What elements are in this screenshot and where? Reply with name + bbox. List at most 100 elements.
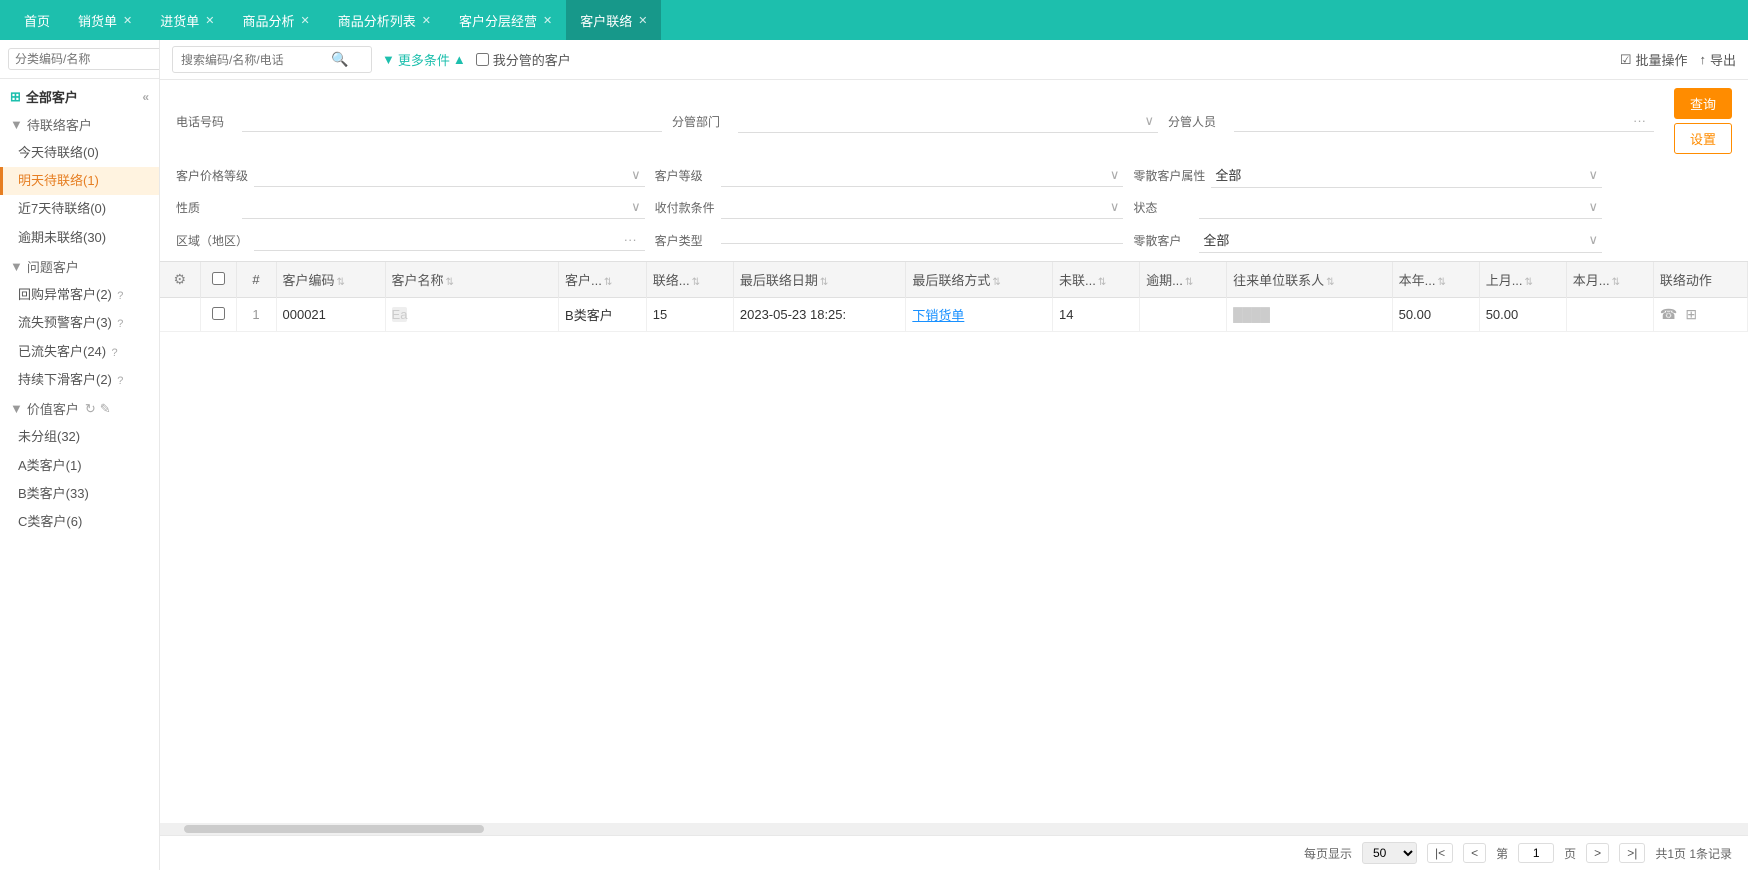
- customer-level-select[interactable]: ∨: [721, 164, 1124, 187]
- nav-sales-order[interactable]: 销货单 ✕: [64, 0, 146, 40]
- more-icon[interactable]: ···: [620, 232, 641, 247]
- chevron-up-icon: ▲: [453, 52, 466, 67]
- price-level-select[interactable]: ∨: [254, 164, 645, 187]
- phone-input[interactable]: [242, 111, 662, 132]
- sidebar-item-churned[interactable]: 已流失客户(24) ?: [0, 338, 159, 366]
- per-page-select[interactable]: 50 100 200: [1362, 842, 1417, 864]
- contact-method-link[interactable]: 下销货单: [912, 308, 964, 323]
- settings-button[interactable]: 设置: [1674, 123, 1732, 154]
- nav-customer-contact[interactable]: 客户联络 ✕: [566, 0, 661, 40]
- close-icon[interactable]: ✕: [638, 14, 647, 27]
- chevron-down-icon: ∨: [1589, 167, 1599, 183]
- search-input[interactable]: [181, 53, 331, 67]
- nav-customer-tiering[interactable]: 客户分层经营 ✕: [445, 0, 566, 40]
- th-overdue: 逾期...⇅: [1140, 262, 1227, 298]
- close-icon[interactable]: ✕: [123, 14, 132, 27]
- nav-home[interactable]: 首页: [10, 0, 64, 40]
- nav-purchase-order[interactable]: 进货单 ✕: [146, 0, 228, 40]
- region-select[interactable]: ···: [254, 229, 645, 251]
- query-button[interactable]: 查询: [1674, 88, 1732, 119]
- grid-icon: ⊞: [10, 89, 21, 105]
- sidebar-item-class-c[interactable]: C类客户(6): [0, 508, 159, 536]
- refresh-icon[interactable]: ↻: [85, 401, 96, 417]
- my-customers-checkbox-label[interactable]: 我分管的客户: [476, 50, 571, 69]
- person-select[interactable]: ···: [1234, 110, 1654, 132]
- chevron-down-icon: ∨: [631, 199, 641, 215]
- dept-select[interactable]: ∨: [738, 110, 1158, 133]
- sidebar-item-class-b[interactable]: B类客户(33): [0, 480, 159, 508]
- unit-contact-text: ████: [1233, 307, 1270, 322]
- grid-action-icon[interactable]: ⊞: [1685, 306, 1697, 323]
- help-icon: ?: [117, 318, 123, 330]
- search-icon[interactable]: 🔍: [331, 51, 348, 68]
- arrow-down-icon: ▼: [10, 259, 23, 274]
- filter-retail-customer: 零散客户 全部 ∨: [1133, 227, 1602, 253]
- sidebar-item-overdue-contact[interactable]: 逾期未联络(30): [0, 224, 159, 252]
- sidebar-group-value[interactable]: ▼ 价值客户 ↻ ✎: [0, 394, 159, 423]
- first-page-btn[interactable]: |<: [1427, 843, 1453, 863]
- retail-attr-select[interactable]: 全部 ∨: [1211, 162, 1602, 188]
- filter-payment: 收付款条件 ∨: [655, 196, 1124, 219]
- last-page-btn[interactable]: >|: [1619, 843, 1645, 863]
- gear-icon[interactable]: ⚙: [173, 271, 186, 287]
- close-icon[interactable]: ✕: [543, 14, 552, 27]
- sidebar-item-ungrouped[interactable]: 未分组(32): [0, 423, 159, 451]
- td-last-month: 50.00: [1479, 298, 1566, 332]
- sidebar-item-declining[interactable]: 持续下滑客户(2) ?: [0, 366, 159, 394]
- scroll-thumb[interactable]: [184, 825, 484, 833]
- customer-type-select[interactable]: [721, 237, 1124, 244]
- filter-price-level: 客户价格等级 ∨: [176, 164, 645, 187]
- payment-select[interactable]: ∨: [721, 196, 1124, 219]
- th-num: #: [236, 262, 276, 298]
- arrow-down-icon: ▼: [10, 401, 23, 416]
- top-nav: 首页 销货单 ✕ 进货单 ✕ 商品分析 ✕ 商品分析列表 ✕ 客户分层经营 ✕ …: [0, 0, 1748, 40]
- sidebar-search-input[interactable]: [8, 48, 160, 70]
- sidebar-item-tomorrow-contact[interactable]: 明天待联络(1): [0, 167, 159, 195]
- filter-status: 状态 ∨: [1133, 196, 1602, 219]
- contact-icon[interactable]: ☎: [1660, 306, 1677, 323]
- row-checkbox[interactable]: [212, 307, 225, 320]
- page-input[interactable]: [1518, 843, 1554, 863]
- sidebar-item-class-a[interactable]: A类客户(1): [0, 452, 159, 480]
- sidebar-item-7day-contact[interactable]: 近7天待联络(0): [0, 195, 159, 223]
- more-conditions-btn[interactable]: ▼ 更多条件 ▲: [382, 50, 466, 69]
- nav-product-analysis-list[interactable]: 商品分析列表 ✕: [324, 0, 445, 40]
- td-last-contact-method: 下销货单: [906, 298, 1053, 332]
- page-label: 第: [1496, 845, 1508, 862]
- td-row-num: 1: [236, 298, 276, 332]
- next-page-btn[interactable]: >: [1586, 843, 1609, 863]
- more-icon[interactable]: ···: [1629, 113, 1650, 128]
- chevron-down-icon: ∨: [1589, 199, 1599, 215]
- sidebar-item-churn-warning[interactable]: 流失预警客户(3) ?: [0, 309, 159, 337]
- th-customer-name: 客户名称⇅: [385, 262, 559, 298]
- nav-product-analysis[interactable]: 商品分析 ✕: [228, 0, 323, 40]
- sidebar-item-abnormal-repurchase[interactable]: 回购异常客户(2) ?: [0, 281, 159, 309]
- nature-select[interactable]: ∨: [242, 196, 645, 219]
- my-customers-checkbox[interactable]: [476, 53, 489, 66]
- th-gear: ⚙: [160, 262, 200, 298]
- table-row: 1 000021 Ea B类客户 15 2023-05-23 18:25: 下销…: [160, 298, 1748, 332]
- customer-table: ⚙ # 客户编码⇅ 客户名称⇅ 客户...⇅ 联络...⇅ 最后联络日期⇅ 最后…: [160, 262, 1748, 332]
- collapse-icon[interactable]: «: [142, 90, 149, 104]
- close-icon[interactable]: ✕: [422, 14, 431, 27]
- horizontal-scrollbar[interactable]: [160, 823, 1748, 835]
- status-select[interactable]: ∨: [1199, 196, 1602, 219]
- prev-page-btn[interactable]: <: [1463, 843, 1486, 863]
- edit-icon[interactable]: ✎: [100, 401, 111, 417]
- sidebar-item-today-contact[interactable]: 今天待联络(0): [0, 139, 159, 167]
- help-icon: ?: [117, 375, 123, 387]
- sidebar: 🔍 ⊞ 全部客户 « ▼ 待联络客户 今天待联络(0) 明天待联络(1) 近7天…: [0, 40, 160, 870]
- sidebar-all-customers[interactable]: ⊞ 全部客户 «: [0, 79, 159, 110]
- filter-retail-attr: 零散客户属性 全部 ∨: [1133, 162, 1602, 188]
- sidebar-group-problem[interactable]: ▼ 问题客户: [0, 252, 159, 281]
- close-icon[interactable]: ✕: [301, 14, 310, 27]
- batch-operation-btn[interactable]: ☑ 批量操作: [1620, 50, 1688, 69]
- filter-phone: 电话号码: [176, 111, 662, 132]
- filter-person: 分管人员 ···: [1168, 110, 1654, 132]
- sidebar-group-pending[interactable]: ▼ 待联络客户: [0, 110, 159, 139]
- select-all-checkbox[interactable]: [212, 272, 225, 285]
- retail-customer-select[interactable]: 全部 ∨: [1199, 227, 1602, 253]
- table-footer: 每页显示 50 100 200 |< < 第 页 > >| 共1页 1条记录: [160, 835, 1748, 870]
- export-btn[interactable]: ↑ 导出: [1699, 50, 1736, 69]
- close-icon[interactable]: ✕: [205, 14, 214, 27]
